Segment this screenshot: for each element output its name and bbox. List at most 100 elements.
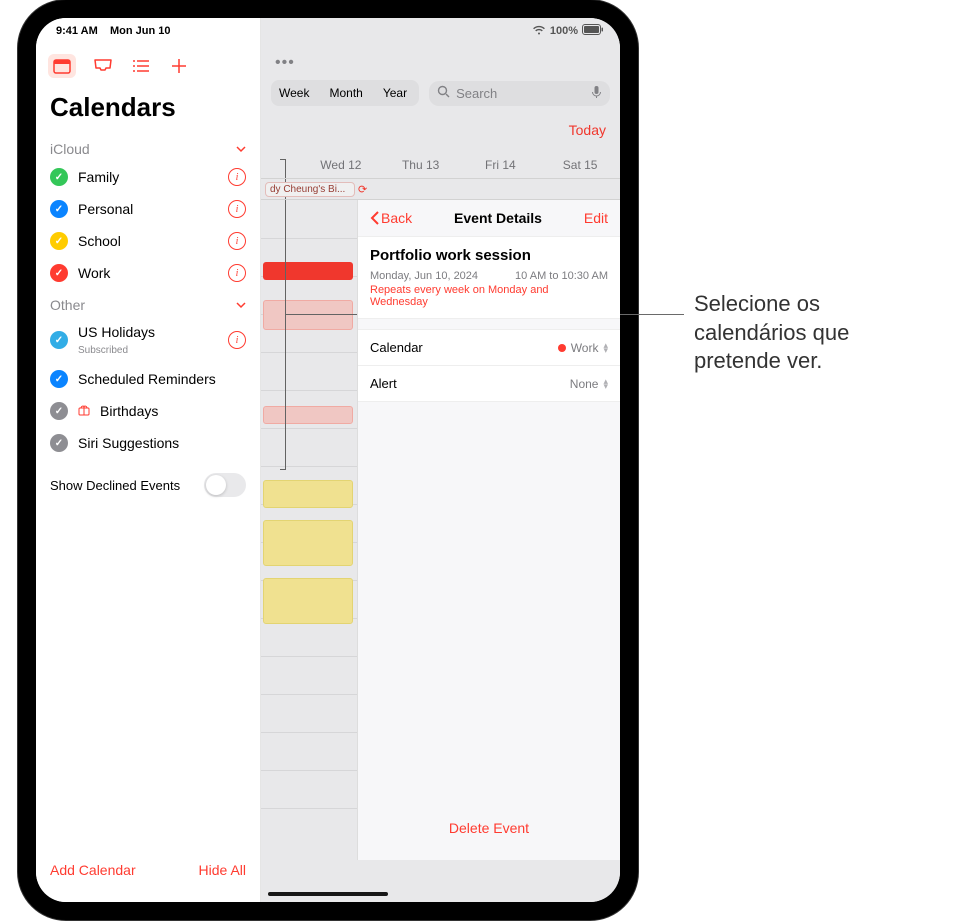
more-icon[interactable]: ••• (271, 54, 299, 72)
calendars-sidebar: Calendars iCloud ✓ Family i ✓ Personal i… (36, 18, 261, 902)
calendar-row-siri-suggestions[interactable]: ✓ Siri Suggestions (36, 427, 260, 459)
seg-week[interactable]: Week (273, 82, 319, 104)
checkmark-icon: ✓ (50, 264, 68, 282)
callout-text: Selecione os calendários que pretende ve… (694, 290, 934, 376)
event-date: Monday, Jun 10, 2024 (370, 270, 478, 282)
event-block[interactable] (263, 300, 353, 330)
status-time: 9:41 AM (56, 25, 98, 37)
row-label: Calendar (370, 340, 423, 355)
edit-button[interactable]: Edit (584, 210, 608, 226)
add-calendar-button[interactable]: Add Calendar (50, 862, 136, 878)
calendar-label: Work (78, 265, 218, 281)
alert-select-row[interactable]: Alert None ▴▾ (358, 366, 620, 402)
status-bar: 9:41 AM Mon Jun 10 100% (36, 18, 620, 40)
day-label: Wed 12 (301, 158, 381, 172)
event-block[interactable] (263, 480, 353, 508)
status-date: Mon Jun 10 (110, 25, 171, 37)
calendar-row-school[interactable]: ✓ School i (36, 225, 260, 257)
day-label: Sat 15 (540, 158, 620, 172)
battery-text: 100% (550, 25, 578, 37)
hide-all-button[interactable]: Hide All (199, 862, 246, 878)
day-label: Fri 14 (461, 158, 541, 172)
section-label: iCloud (50, 141, 90, 157)
allday-event[interactable]: dy Cheung's Bi... (265, 182, 355, 197)
mic-icon[interactable] (591, 85, 602, 102)
checkmark-icon: ✓ (50, 232, 68, 250)
calendar-row-family[interactable]: ✓ Family i (36, 161, 260, 193)
calendar-view-icon[interactable] (48, 54, 76, 78)
event-block[interactable] (263, 520, 353, 566)
calendar-subtext: Subscribed (78, 345, 128, 356)
calendar-label: US Holidays Subscribed (78, 324, 218, 356)
list-icon[interactable] (130, 55, 152, 77)
battery-icon (582, 24, 604, 38)
repeat-icon: ⟳ (355, 183, 370, 196)
calendar-row-scheduled-reminders[interactable]: ✓ Scheduled Reminders (36, 363, 260, 395)
event-block[interactable] (263, 406, 353, 424)
checkmark-icon: ✓ (50, 370, 68, 388)
updown-icon: ▴▾ (603, 379, 608, 389)
back-button[interactable]: Back (370, 210, 412, 226)
sidebar-title: Calendars (36, 88, 260, 133)
gift-icon (78, 404, 90, 419)
chevron-down-icon (236, 298, 246, 312)
event-time: 10 AM to 10:30 AM (515, 270, 608, 282)
calendar-main: ••• Week Month Year Search (261, 18, 620, 902)
event-block[interactable] (263, 578, 353, 624)
event-repeat: Repeats every week on Monday and Wednesd… (370, 284, 608, 308)
main-toolbar: ••• (261, 48, 620, 80)
seg-year[interactable]: Year (373, 82, 417, 104)
toggle-label: Show Declined Events (50, 478, 180, 493)
delete-event-button[interactable]: Delete Event (358, 820, 620, 836)
ipad-frame: 9:41 AM Mon Jun 10 100% (18, 0, 638, 920)
calendar-label: Family (78, 169, 218, 185)
day-label: Thu 13 (381, 158, 461, 172)
calendar-row-personal[interactable]: ✓ Personal i (36, 193, 260, 225)
status-left: 9:41 AM Mon Jun 10 (56, 25, 171, 37)
checkmark-icon: ✓ (50, 331, 68, 349)
info-icon[interactable]: i (228, 331, 246, 349)
event-block[interactable] (263, 262, 353, 280)
calendar-value: Work (571, 341, 599, 355)
calendar-row-us-holidays[interactable]: ✓ US Holidays Subscribed i (36, 317, 260, 363)
search-placeholder: Search (456, 86, 497, 101)
details-title: Event Details (454, 210, 542, 226)
today-button[interactable]: Today (261, 112, 620, 138)
calendar-label: Siri Suggestions (78, 435, 246, 451)
details-header: Back Event Details Edit (358, 200, 620, 236)
checkmark-icon: ✓ (50, 200, 68, 218)
info-icon[interactable]: i (228, 232, 246, 250)
week-grid: Back Event Details Edit Portfolio work s… (261, 200, 620, 860)
info-icon[interactable]: i (228, 168, 246, 186)
calendar-label: Personal (78, 201, 218, 217)
calendar-label: Scheduled Reminders (78, 371, 246, 387)
wifi-icon (532, 25, 546, 38)
event-details-panel: Back Event Details Edit Portfolio work s… (357, 200, 620, 860)
back-label: Back (381, 210, 412, 226)
calendar-select-row[interactable]: Calendar Work ▴▾ (358, 329, 620, 366)
event-summary-card: Portfolio work session Monday, Jun 10, 2… (358, 236, 620, 319)
info-icon[interactable]: i (228, 264, 246, 282)
add-icon[interactable] (168, 55, 190, 77)
view-segment[interactable]: Week Month Year (271, 80, 419, 106)
calendar-name: US Holidays (78, 324, 155, 340)
updown-icon: ▴▾ (603, 343, 608, 353)
search-icon (437, 85, 450, 101)
calendar-row-work[interactable]: ✓ Work i (36, 257, 260, 289)
search-field[interactable]: Search (429, 81, 610, 106)
calendar-row-birthdays[interactable]: ✓ Birthdays (36, 395, 260, 427)
home-indicator[interactable] (268, 892, 388, 896)
show-declined-toggle[interactable] (204, 473, 246, 497)
inbox-icon[interactable] (92, 55, 114, 77)
seg-month[interactable]: Month (319, 82, 372, 104)
alert-value: None (570, 377, 599, 391)
section-label: Other (50, 297, 85, 313)
section-header-other[interactable]: Other (36, 289, 260, 317)
show-declined-toggle-row: Show Declined Events (36, 459, 260, 511)
checkmark-icon: ✓ (50, 434, 68, 452)
row-label: Alert (370, 376, 397, 391)
info-icon[interactable]: i (228, 200, 246, 218)
section-header-icloud[interactable]: iCloud (36, 133, 260, 161)
row-value: Work ▴▾ (558, 341, 608, 355)
dot-icon (558, 344, 566, 352)
